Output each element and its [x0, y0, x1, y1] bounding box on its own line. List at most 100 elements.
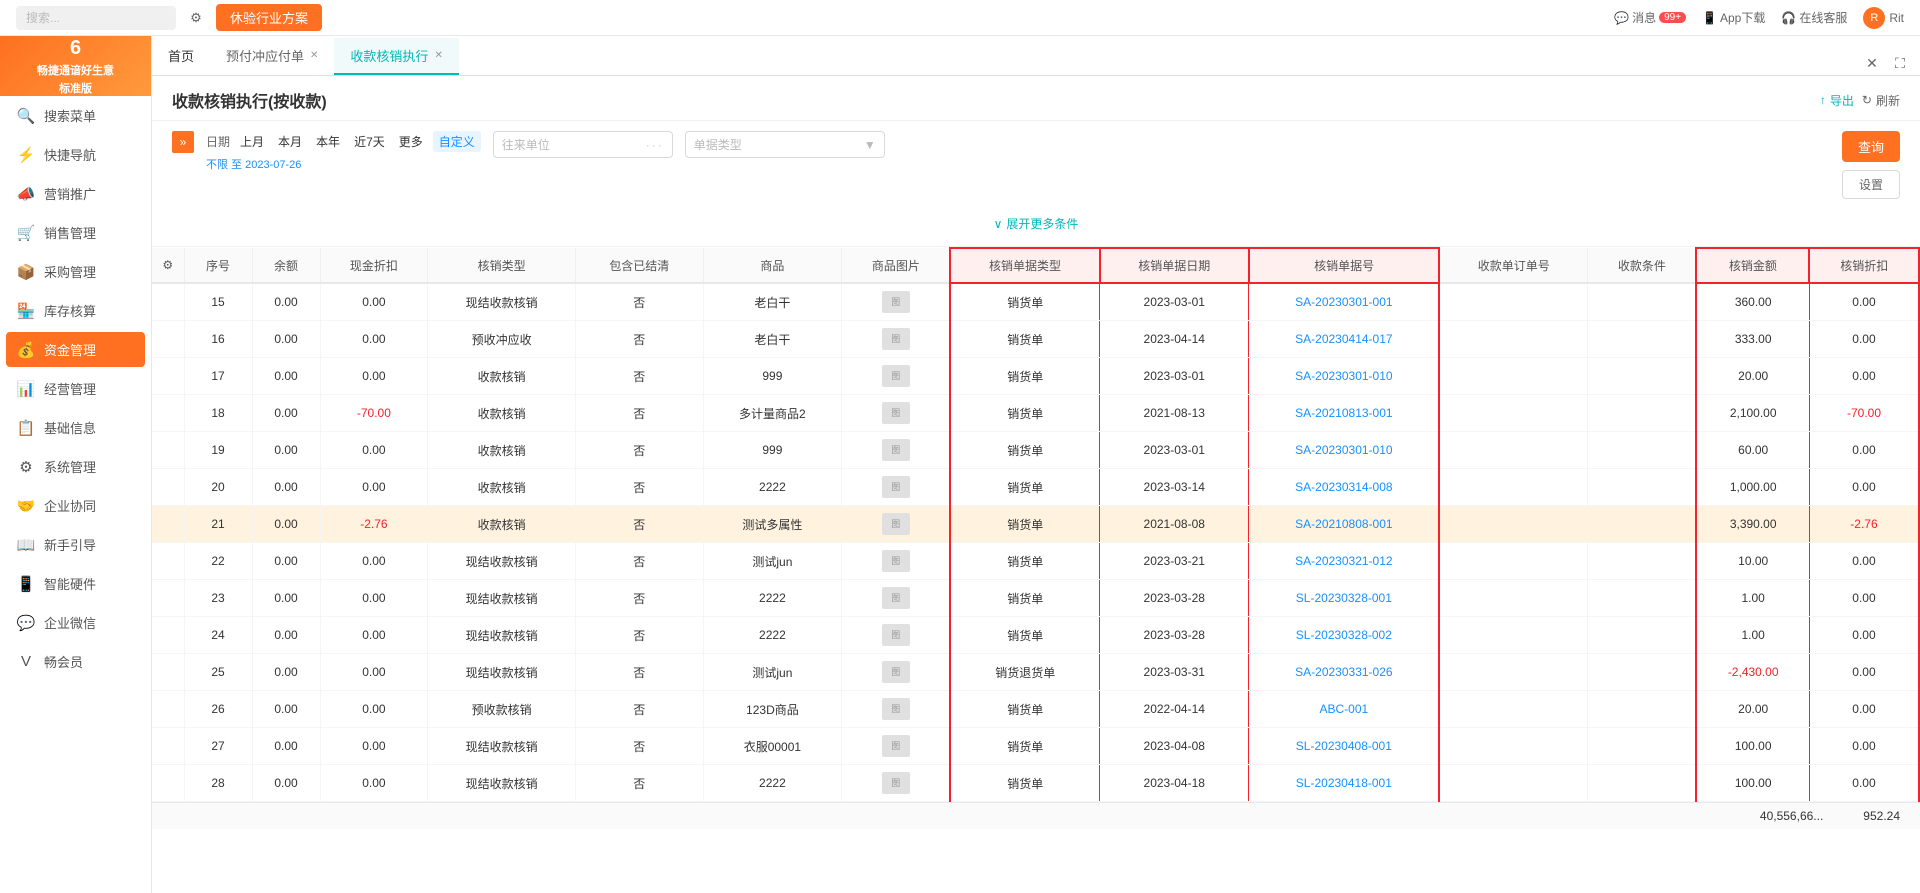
td-cancel-bill-type: 销货单 [950, 358, 1099, 395]
sidebar-item-营销推广[interactable]: 📣营销推广 [0, 174, 151, 213]
bill-no-link[interactable]: SA-20230301-001 [1295, 295, 1392, 309]
user-area[interactable]: R Rit [1863, 7, 1904, 29]
td-balance: 0.00 [252, 283, 320, 321]
export-button[interactable]: ↑ 导出 [1820, 92, 1854, 109]
td-cancel-bill-no: SA-20230301-010 [1249, 432, 1440, 469]
sidebar-item-基础信息[interactable]: 📋基础信息 [0, 408, 151, 447]
sidebar-item-资金管理[interactable]: 💰资金管理 [6, 332, 145, 367]
sidebar-item-企业协同[interactable]: 🤝企业协同 [0, 486, 151, 525]
bill-type-select[interactable]: 单据类型 ▼ [685, 131, 885, 158]
tab-cancel[interactable]: 收款核销执行 ✕ [334, 38, 458, 75]
bill-no-link[interactable]: SA-20230301-010 [1295, 443, 1392, 457]
th-cancel-amount: 核销金额 [1696, 248, 1809, 283]
date-7days[interactable]: 近7天 [350, 131, 389, 152]
search-box[interactable]: 搜索... [16, 6, 176, 30]
td-cancel-bill-no: SA-20230331-026 [1249, 654, 1440, 691]
setting-button[interactable]: 设置 [1842, 170, 1900, 199]
tab-prepay[interactable]: 预付冲应付单 ✕ [210, 38, 334, 75]
td-cash-discount: 0.00 [320, 691, 428, 728]
td-balance: 0.00 [252, 580, 320, 617]
from-unit-input[interactable]: 往来单位 ··· [493, 131, 673, 158]
td-product: 测试jun [703, 654, 842, 691]
td-cash-discount: -70.00 [320, 395, 428, 432]
table-row: 18 0.00 -70.00 收款核销 否 多计量商品2 图 销货单 2021-… [152, 395, 1919, 432]
td-product-image: 图 [842, 432, 951, 469]
td-seq: 21 [184, 506, 252, 543]
bill-no-link[interactable]: SL-20230328-001 [1296, 591, 1392, 605]
td-receipt-condition [1588, 543, 1697, 580]
sidebar-item-销售管理[interactable]: 🛒销售管理 [0, 213, 151, 252]
expand-conditions-button[interactable]: ∨ 展开更多条件 [994, 215, 1079, 232]
td-cancel-type: 收款核销 [428, 395, 576, 432]
product-image: 图 [882, 328, 910, 350]
sidebar-item-快捷导航[interactable]: ⚡快捷导航 [0, 135, 151, 174]
td-cancel-amount: 2,100.00 [1696, 395, 1809, 432]
tab-prepay-close-icon[interactable]: ✕ [310, 50, 318, 61]
industry-solution-button[interactable]: 休验行业方案 [216, 4, 322, 31]
sidebar-item-畅会员[interactable]: V畅会员 [0, 642, 151, 681]
sidebar-item-label-11: 新手引导 [44, 535, 96, 554]
bill-no-link[interactable]: SA-20230321-012 [1295, 554, 1392, 568]
td-receipt-condition [1588, 358, 1697, 395]
tab-bar-actions: ✕ ⛶ [1860, 51, 1920, 75]
table-row: 16 0.00 0.00 预收冲应收 否 老白干 图 销货单 2023-04-1… [152, 321, 1919, 358]
sidebar-item-库存核算[interactable]: 🏪库存核算 [0, 291, 151, 330]
bill-no-link[interactable]: SA-20210808-001 [1295, 517, 1392, 531]
bill-no-link[interactable]: SL-20230328-002 [1296, 628, 1392, 642]
date-this-year[interactable]: 本年 [312, 131, 344, 152]
tab-close-action[interactable]: ✕ [1860, 51, 1884, 75]
product-image: 图 [882, 439, 910, 461]
sidebar-item-系统管理[interactable]: ⚙系统管理 [0, 447, 151, 486]
settings-gear-icon[interactable]: ⚙ [184, 6, 208, 30]
message-area[interactable]: 💬 消息 99+ [1614, 9, 1686, 26]
td-cancel-bill-date: 2021-08-08 [1100, 506, 1249, 543]
bill-no-link[interactable]: SA-20210813-001 [1295, 406, 1392, 420]
td-cancel-bill-date: 2023-03-21 [1100, 543, 1249, 580]
bill-no-link[interactable]: SL-20230418-001 [1296, 776, 1392, 790]
bill-no-link[interactable]: SA-20230301-010 [1295, 369, 1392, 383]
bill-type-placeholder: 单据类型 [694, 136, 742, 153]
bill-no-link[interactable]: SL-20230408-001 [1296, 739, 1392, 753]
top-bar: 搜索... ⚙ 休验行业方案 💬 消息 99+ 📱 App下载 🎧 在线客服 R… [0, 0, 1920, 36]
td-include-settled: 否 [575, 283, 703, 321]
sidebar-item-采购管理[interactable]: 📦采购管理 [0, 252, 151, 291]
online-service-area[interactable]: 🎧 在线客服 [1781, 9, 1847, 26]
td-cancel-amount: -2,430.00 [1696, 654, 1809, 691]
td-settings [152, 728, 184, 765]
td-include-settled: 否 [575, 432, 703, 469]
th-settings[interactable]: ⚙ [152, 248, 184, 283]
sidebar-item-企业微信[interactable]: 💬企业微信 [0, 603, 151, 642]
bill-no-link[interactable]: SA-20230414-017 [1295, 332, 1392, 346]
product-image: 图 [882, 698, 910, 720]
td-cancel-bill-type: 销货单 [950, 580, 1099, 617]
date-last-month[interactable]: 上月 [236, 131, 268, 152]
sidebar-item-经营管理[interactable]: 📊经营管理 [0, 369, 151, 408]
table-row: 25 0.00 0.00 现结收款核销 否 测试jun 图 销货退货单 2023… [152, 654, 1919, 691]
bill-no-link[interactable]: SA-20230314-008 [1295, 480, 1392, 494]
td-cancel-bill-no: SL-20230328-001 [1249, 580, 1440, 617]
filter-expand-button[interactable]: » [172, 131, 194, 153]
date-this-month[interactable]: 本月 [274, 131, 306, 152]
export-icon: ↑ [1820, 93, 1826, 107]
bill-no-link[interactable]: SA-20230331-026 [1295, 665, 1392, 679]
td-cancel-bill-no: SA-20210813-001 [1249, 395, 1440, 432]
table-footer: 40,556,66... 952.24 [152, 802, 1920, 829]
td-settings [152, 469, 184, 506]
td-cancel-bill-date: 2023-03-01 [1100, 358, 1249, 395]
td-receipt-order-no [1439, 283, 1587, 321]
product-image: 图 [882, 402, 910, 424]
td-product-image: 图 [842, 617, 951, 654]
app-download-area[interactable]: 📱 App下载 [1702, 9, 1765, 26]
sidebar-item-搜索菜单[interactable]: 🔍搜索菜单 [0, 96, 151, 135]
bill-no-link[interactable]: ABC-001 [1320, 702, 1369, 716]
tab-home[interactable]: 首页 [152, 38, 210, 75]
chevron-down-icon: ▼ [864, 138, 876, 152]
date-custom[interactable]: 自定义 [433, 131, 481, 152]
refresh-button[interactable]: ↻ 刷新 [1862, 92, 1900, 109]
query-button[interactable]: 查询 [1842, 131, 1900, 162]
sidebar-item-新手引导[interactable]: 📖新手引导 [0, 525, 151, 564]
tab-expand-action[interactable]: ⛶ [1888, 51, 1912, 75]
tab-cancel-close-icon[interactable]: ✕ [434, 50, 442, 61]
sidebar-item-智能硬件[interactable]: 📱智能硬件 [0, 564, 151, 603]
date-more[interactable]: 更多 [395, 131, 427, 152]
